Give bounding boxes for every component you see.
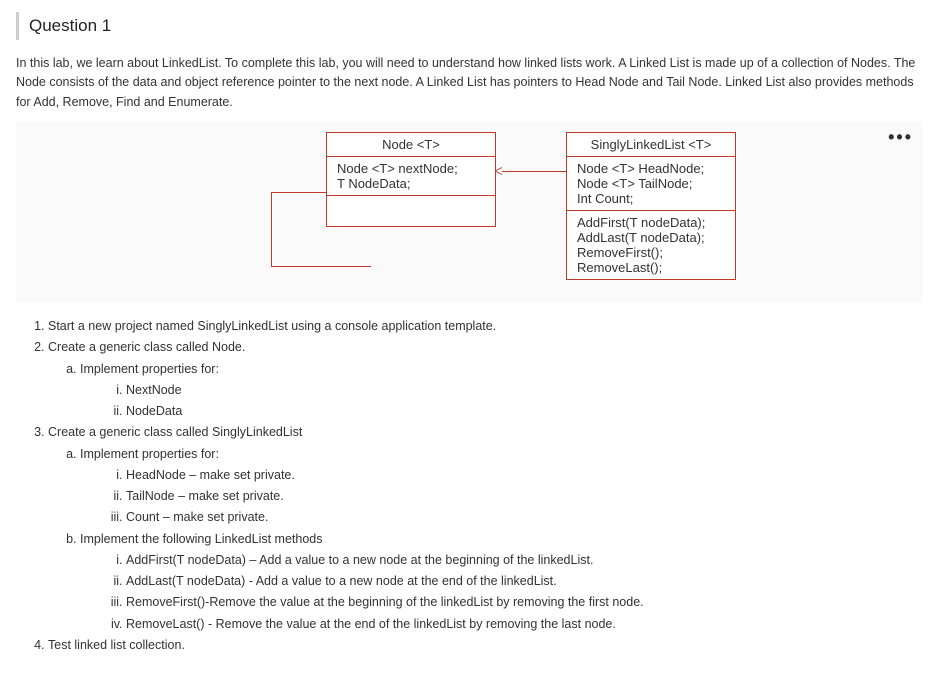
step-3a-iii: Count – make set private. <box>126 507 923 528</box>
step-4: Test linked list collection. <box>48 635 923 656</box>
step-3a: Implement properties for: HeadNode – mak… <box>80 444 923 529</box>
instructions-list: Start a new project named SinglyLinkedLi… <box>16 316 923 656</box>
step-2-text: Create a generic class called Node. <box>48 340 245 354</box>
step-3b-i: AddFirst(T nodeData) – Add a value to a … <box>126 550 923 571</box>
uml-list-methods: AddFirst(T nodeData); AddLast(T nodeData… <box>567 211 735 279</box>
step-3b-iii: RemoveFirst()-Remove the value at the be… <box>126 592 923 613</box>
step-3a-ii: TailNode – make set private. <box>126 486 923 507</box>
step-1: Start a new project named SinglyLinkedLi… <box>48 316 923 337</box>
step-2a-text: Implement properties for: <box>80 362 219 376</box>
question-title: Question 1 <box>16 12 923 40</box>
uml-diagram: ••• Node <T> Node <T> nextNode; T NodeDa… <box>16 122 923 302</box>
step-3b-text: Implement the following LinkedList metho… <box>80 532 323 546</box>
step-2a-ii: NodeData <box>126 401 923 422</box>
intro-text: In this lab, we learn about LinkedList. … <box>16 54 923 112</box>
step-2a-i: NextNode <box>126 380 923 401</box>
uml-list-title: SinglyLinkedList <T> <box>567 133 735 157</box>
association-arrowhead <box>496 168 502 174</box>
step-2: Create a generic class called Node. Impl… <box>48 337 923 422</box>
step-3: Create a generic class called SinglyLink… <box>48 422 923 635</box>
association-arrow <box>496 171 566 172</box>
step-3a-i: HeadNode – make set private. <box>126 465 923 486</box>
uml-node-fields: Node <T> nextNode; T NodeData; <box>327 157 495 196</box>
step-3b: Implement the following LinkedList metho… <box>80 529 923 635</box>
uml-node-methods-empty <box>327 196 495 226</box>
step-3b-ii: AddLast(T nodeData) - Add a value to a n… <box>126 571 923 592</box>
uml-singlylinkedlist-class: SinglyLinkedList <T> Node <T> HeadNode; … <box>566 132 736 280</box>
question-page: Question 1 In this lab, we learn about L… <box>0 0 939 689</box>
uml-list-fields: Node <T> HeadNode; Node <T> TailNode; In… <box>567 157 735 211</box>
step-2a: Implement properties for: NextNode NodeD… <box>80 359 923 423</box>
step-3a-text: Implement properties for: <box>80 447 219 461</box>
more-options-button[interactable]: ••• <box>888 128 913 146</box>
uml-node-title: Node <T> <box>327 133 495 157</box>
step-3-text: Create a generic class called SinglyLink… <box>48 425 302 439</box>
uml-node-class: Node <T> Node <T> nextNode; T NodeData; <box>326 132 496 227</box>
